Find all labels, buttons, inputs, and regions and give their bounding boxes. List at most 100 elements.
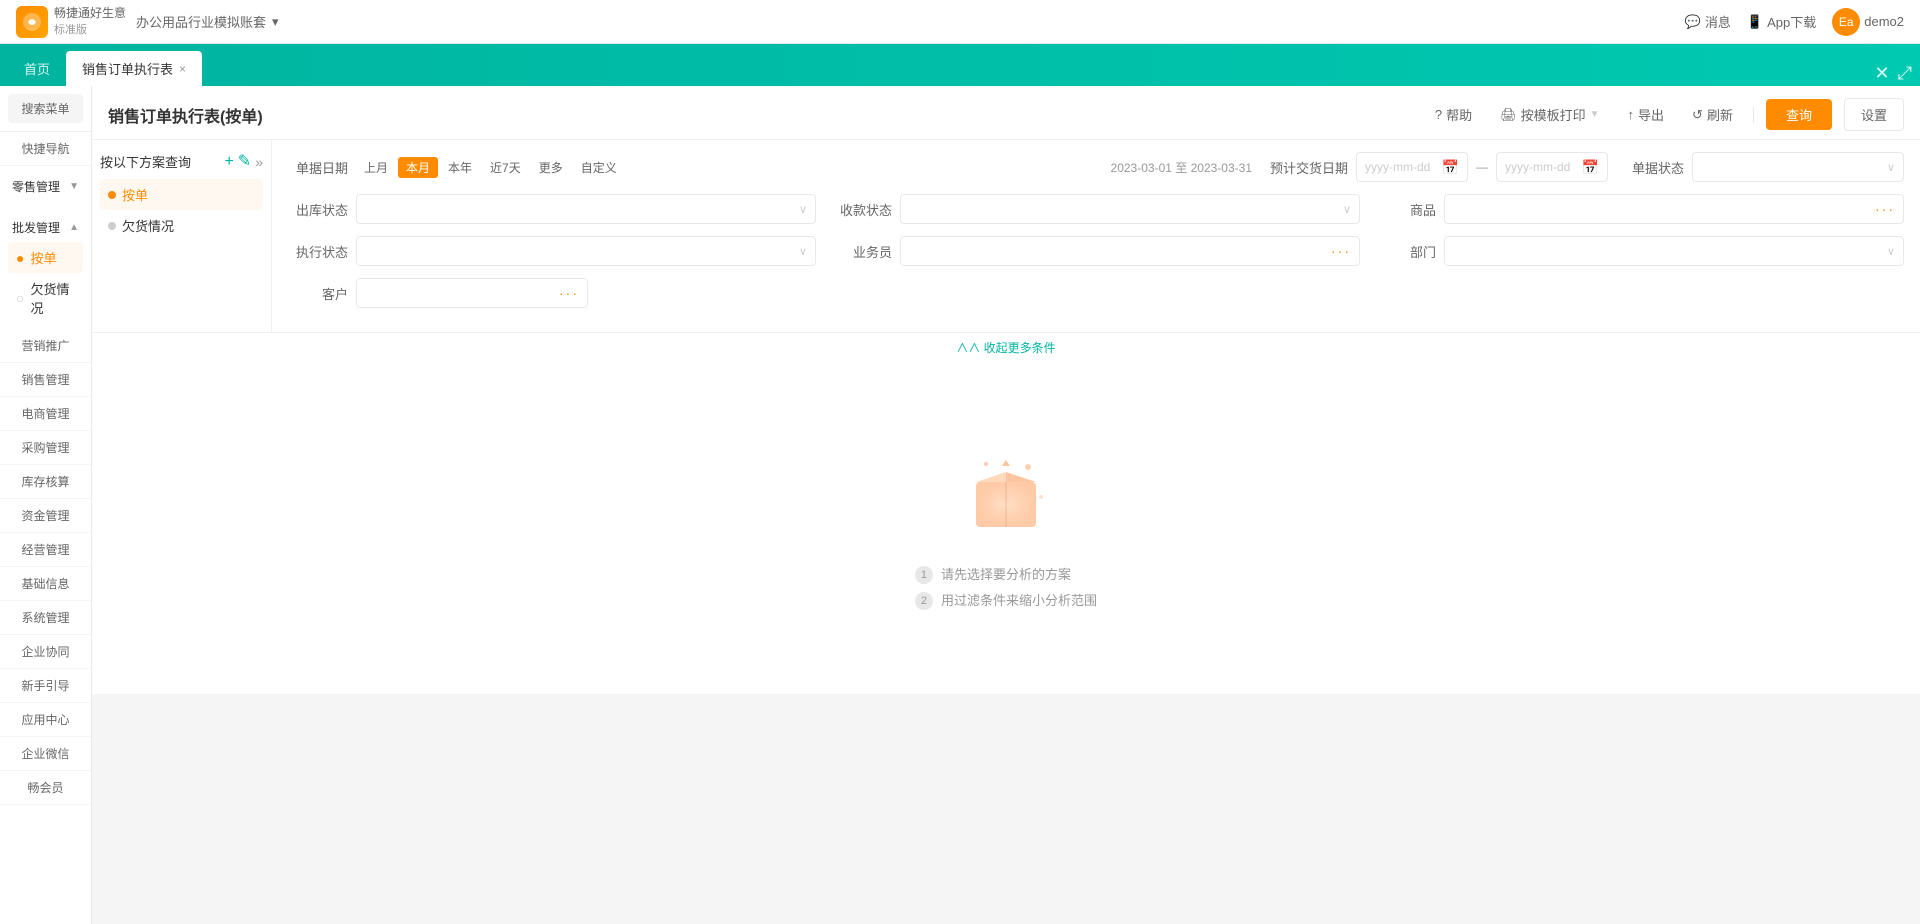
scheme-dot-inactive [108, 222, 116, 230]
settings-btn[interactable]: 设置 [1844, 98, 1904, 131]
sidebar-item-member[interactable]: 畅会员 [0, 771, 91, 805]
sidebar-sub-item-按单[interactable]: ● 按单 [8, 242, 83, 273]
refresh-label: 刷新 [1707, 105, 1733, 124]
sidebar-item-apps[interactable]: 应用中心 [0, 703, 91, 737]
goods-select[interactable]: ··· [1444, 194, 1904, 224]
export-label: 导出 [1638, 105, 1664, 124]
scheme-panel-actions: + ✎ » [224, 154, 263, 170]
goods-dots-icon: ··· [1875, 201, 1895, 217]
field-collection-status: 收款状态 ∨ [832, 194, 1360, 224]
scheme-collapse-btn[interactable]: » [255, 154, 263, 170]
filter-form: 单据日期 上月 本月 本年 近7天 更多 自定义 [272, 140, 1920, 332]
logo-text-area: 畅捷通好生意 标准版 [54, 6, 126, 38]
estimated-from-input[interactable]: yyyy-mm-dd 📅 [1356, 152, 1468, 182]
date-tab-this-year[interactable]: 本年 [440, 157, 480, 178]
sidebar-item-base[interactable]: 基础信息 [0, 567, 91, 601]
delivery-chevron-icon: ∨ [799, 203, 807, 216]
field-date: 单据日期 上月 本月 本年 近7天 更多 自定义 [288, 157, 1095, 178]
scheme-item-欠货情况-label: 欠货情况 [122, 216, 174, 235]
message-label: 消息 [1705, 12, 1731, 31]
export-btn[interactable]: ↑ 导出 [1620, 101, 1673, 128]
collection-chevron-icon: ∨ [1343, 203, 1351, 216]
query-btn[interactable]: 查询 [1766, 99, 1832, 130]
date-range-hint: 2023-03-01 至 2023-03-31 [1111, 159, 1252, 176]
sidebar-item-quick-nav[interactable]: 快捷导航 [0, 132, 91, 166]
page-header: 销售订单执行表(按单) ? 帮助 🖨 按模板打印 ▼ ↑ 导出 [92, 86, 1920, 140]
window-max-btn[interactable]: ⤢ [1898, 64, 1912, 82]
field-salesperson: 业务员 ··· [832, 236, 1360, 266]
filter-row-2: 出库状态 ∨ 收款状态 ∨ [288, 194, 1904, 224]
sidebar-item-system[interactable]: 系统管理 [0, 601, 91, 635]
breadcrumb-arrow[interactable]: ▾ [272, 14, 279, 30]
collection-status-select[interactable]: ∨ [900, 194, 1360, 224]
date-tab-more[interactable]: 更多 [531, 157, 571, 178]
tab-close-btn[interactable]: × [179, 62, 186, 76]
top-right: 💬 消息 📱 App下载 Ea demo2 [1685, 8, 1904, 36]
date-label: 单据日期 [288, 158, 348, 177]
execution-status-select[interactable]: ∨ [356, 236, 816, 266]
sidebar-sub-item-欠货情况[interactable]: ○ 欠货情况 [8, 273, 83, 323]
window-close-btn[interactable]: ✕ [1875, 64, 1890, 82]
calendar-from-icon: 📅 [1442, 159, 1459, 176]
execution-chevron-icon: ∨ [799, 245, 807, 258]
estimated-delivery-label: 预计交货日期 [1268, 158, 1348, 177]
app-download-btn[interactable]: 📱 App下载 [1747, 12, 1816, 31]
department-select[interactable]: ∨ [1444, 236, 1904, 266]
scheme-item-按单[interactable]: 按单 [100, 179, 263, 210]
sidebar-item-collab[interactable]: 企业协同 [0, 635, 91, 669]
search-menu-btn[interactable]: 搜索菜单 [8, 94, 83, 123]
chevron-retail-icon: ▼ [69, 181, 79, 192]
page-title: 销售订单执行表(按单) [108, 103, 263, 127]
sidebar-item-purchase[interactable]: 采购管理 [0, 431, 91, 465]
date-tab-this-month[interactable]: 本月 [398, 157, 438, 178]
date-tab-custom[interactable]: 自定义 [573, 157, 625, 178]
collapse-more-btn[interactable]: ∧∧ 收起更多条件 [92, 332, 1920, 362]
delivery-status-select[interactable]: ∨ [356, 194, 816, 224]
refresh-btn[interactable]: ↺ 刷新 [1684, 101, 1741, 128]
help-btn[interactable]: ? 帮助 [1427, 101, 1480, 128]
salesperson-select[interactable]: ··· [900, 236, 1360, 266]
tab-active[interactable]: 销售订单执行表 × [66, 51, 202, 86]
date-tab-7days[interactable]: 近7天 [482, 157, 529, 178]
filter-section: 按以下方案查询 + ✎ » 按单 欠货情况 [92, 140, 1920, 332]
sidebar-item-operations[interactable]: 经营管理 [0, 533, 91, 567]
estimated-to-input[interactable]: yyyy-mm-dd 📅 [1496, 152, 1608, 182]
help-icon: ? [1435, 107, 1442, 122]
sidebar-item-ecommerce[interactable]: 电商管理 [0, 397, 91, 431]
scheme-item-欠货情况[interactable]: 欠货情况 [100, 210, 263, 241]
sidebar-item-finance[interactable]: 资金管理 [0, 499, 91, 533]
sidebar-item-marketing[interactable]: 营销推广 [0, 329, 91, 363]
execution-status-label: 执行状态 [288, 242, 348, 261]
app-download-icon: 📱 [1747, 14, 1763, 30]
sidebar-item-guide[interactable]: 新手引导 [0, 669, 91, 703]
sidebar-item-inventory[interactable]: 库存核算 [0, 465, 91, 499]
sidebar-section-wholesale-header[interactable]: 批发管理 ▲ [8, 213, 83, 242]
sidebar-item-wechat[interactable]: 企业微信 [0, 737, 91, 771]
tab-home[interactable]: 首页 [8, 51, 66, 86]
empty-tip-2: 2 用过滤条件来缩小分析范围 [915, 588, 1097, 614]
scheme-edit-btn[interactable]: ✎ [238, 154, 251, 170]
circle-icon: ● [16, 250, 24, 266]
field-doc-status: 单据状态 ∨ [1624, 152, 1904, 182]
scheme-add-btn[interactable]: + [224, 154, 233, 170]
doc-status-chevron-icon: ∨ [1887, 161, 1895, 174]
doc-status-select[interactable]: ∨ [1692, 152, 1904, 182]
date-tab-last-month[interactable]: 上月 [356, 157, 396, 178]
customer-select[interactable]: ··· [356, 278, 588, 308]
sidebar-item-sales[interactable]: 销售管理 [0, 363, 91, 397]
message-btn[interactable]: 💬 消息 [1685, 12, 1731, 31]
user-area[interactable]: Ea demo2 [1832, 8, 1904, 36]
user-name: demo2 [1864, 14, 1904, 29]
tip2-num: 2 [915, 592, 933, 610]
customer-label: 客户 [288, 284, 348, 303]
department-label: 部门 [1376, 242, 1436, 261]
date-range: 上月 本月 本年 近7天 更多 自定义 [356, 157, 633, 178]
breadcrumb: 办公用品行业模拟账套 ▾ [136, 12, 279, 31]
sidebar-section-retail-header[interactable]: 零售管理 ▼ [8, 172, 83, 201]
print-btn[interactable]: 🖨 按模板打印 ▼ [1492, 101, 1607, 128]
sidebar-section-retail: 零售管理 ▼ [0, 166, 91, 207]
date-dash-sep: — [1476, 160, 1488, 174]
print-icon: 🖨 [1500, 107, 1517, 123]
help-label: 帮助 [1446, 105, 1472, 124]
empty-tip-1: 1 请先选择要分析的方案 [915, 562, 1097, 588]
